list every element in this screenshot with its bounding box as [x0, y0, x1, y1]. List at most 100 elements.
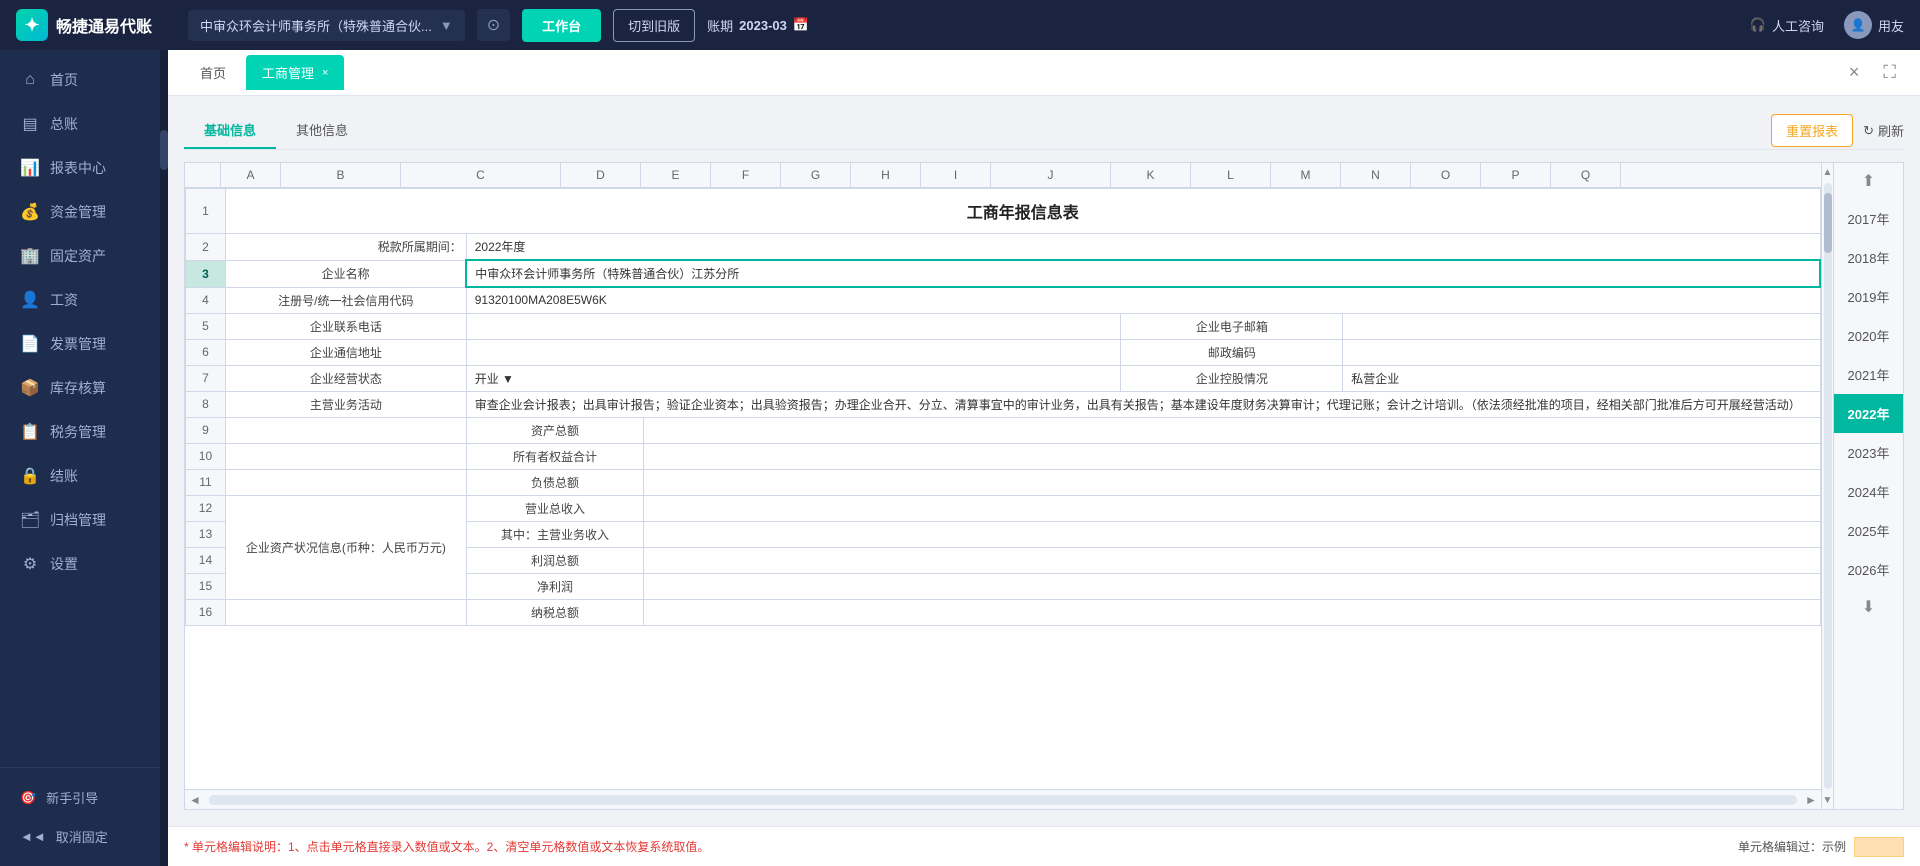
sidebar-item-unpin[interactable]: ◄◄ 取消固定 [0, 817, 168, 856]
year-item-2017[interactable]: 2017年 [1834, 199, 1903, 238]
headset-icon: 🎧 [1750, 17, 1766, 33]
sub-tab-other[interactable]: 其他信息 [276, 112, 368, 149]
year-item-2025[interactable]: 2025年 [1834, 511, 1903, 550]
table-row: 10 所有者权益合计 [186, 443, 1821, 469]
maximize-button[interactable]: ⛶ [1875, 58, 1904, 87]
sidebar-item-settings[interactable]: ⚙ 设置 [0, 542, 168, 586]
refresh-button[interactable]: ↻ 刷新 [1863, 121, 1904, 140]
sub-tab-basic[interactable]: 基础信息 [184, 112, 276, 149]
company-selector[interactable]: 中审众环会计师事务所（特殊普通合伙... ▼ [188, 10, 465, 41]
year-panel-down[interactable]: ⬇ [1853, 593, 1885, 621]
sidebar-item-tax[interactable]: 📋 税务管理 [0, 410, 168, 454]
year-panel: ⬆ 2017年 2018年 2019年 2020年 2021年 2022年 20… [1833, 163, 1903, 809]
spreadsheet-body[interactable]: 1 工商年报信息表 2 税款所属期间： 2022年度 [185, 188, 1821, 789]
table-row: 8 主营业务活动 审查企业会计报表；出具审计报告；验证企业资本；出具验资报告；办… [186, 391, 1821, 417]
col-header-row: A B C D E F G H I J K L M N O [185, 163, 1821, 188]
v-scroll-track[interactable] [1824, 183, 1832, 789]
col-header-Q: Q [1551, 163, 1621, 187]
table-cell[interactable] [644, 599, 1820, 625]
year-item-2018[interactable]: 2018年 [1834, 238, 1903, 277]
table-cell[interactable]: 开业 ▼ [466, 365, 1121, 391]
sidebar-item-wage[interactable]: 👤 工资 [0, 278, 168, 322]
table-cell: 税款所属期间： [225, 234, 466, 261]
table-cell[interactable] [466, 313, 1121, 339]
table-cell[interactable] [644, 573, 1820, 599]
sidebar-item-closing[interactable]: 🔒 结账 [0, 454, 168, 498]
year-item-2020[interactable]: 2020年 [1834, 316, 1903, 355]
row-num: 9 [186, 417, 226, 443]
year-item-2026[interactable]: 2026年 [1834, 550, 1903, 589]
sidebar-item-label: 结账 [50, 466, 78, 486]
table-cell: 资产总额 [466, 417, 644, 443]
col-header-C: C [401, 163, 561, 187]
tab-home[interactable]: 首页 [184, 55, 242, 90]
sidebar-bottom: 🎯 新手引导 ◄◄ 取消固定 [0, 767, 168, 866]
tab-gongshang[interactable]: 工商管理 × [246, 55, 344, 90]
sidebar-item-invoice[interactable]: 📄 发票管理 [0, 322, 168, 366]
close-panel-button[interactable]: × [1841, 58, 1868, 87]
table-cell[interactable] [644, 547, 1820, 573]
workspace-button[interactable]: 工作台 [522, 9, 601, 42]
table-cell: 企业资产状况信息(币种：人民币万元) [225, 495, 466, 599]
table-row: 4 注册号/统一社会信用代码 91320100MA208E5W6K [186, 287, 1821, 313]
year-item-2022[interactable]: 2022年 [1834, 394, 1903, 433]
table-cell[interactable]: 中审众环会计师事务所（特殊普通合伙）江苏分所 [466, 260, 1820, 287]
table-cell[interactable]: 工商年报信息表 [225, 189, 1820, 234]
user-menu[interactable]: 👤 用友 [1844, 11, 1904, 39]
table-row: 12 企业资产状况信息(币种：人民币万元) 营业总收入 [186, 495, 1821, 521]
switch-version-button[interactable]: 切到旧版 [613, 9, 695, 42]
sidebar-item-ledger[interactable]: ▤ 总账 [0, 102, 168, 146]
period-value: 2023-03 [739, 18, 787, 33]
year-panel-up[interactable]: ⬆ [1853, 167, 1885, 195]
table-cell[interactable]: 91320100MA208E5W6K [466, 287, 1820, 313]
sidebar-item-inventory[interactable]: 📦 库存核算 [0, 366, 168, 410]
sidebar-item-archive[interactable]: 🗂 归档管理 [0, 498, 168, 542]
col-header-O: O [1411, 163, 1481, 187]
year-item-2019[interactable]: 2019年 [1834, 277, 1903, 316]
col-header-E: E [641, 163, 711, 187]
table-row: 7 企业经营状态 开业 ▼ 企业控股情况 私营企业 [186, 365, 1821, 391]
table-cell[interactable] [644, 521, 1820, 547]
v-scroll-thumb[interactable] [1824, 193, 1832, 253]
tab-gongshang-label: 工商管理 [262, 63, 314, 82]
year-item-2021[interactable]: 2021年 [1834, 355, 1903, 394]
scroll-up-button[interactable]: ▲ [1822, 163, 1833, 181]
table-cell[interactable] [644, 417, 1820, 443]
calendar-icon[interactable]: 📅 [793, 17, 809, 33]
sidebar-item-fund[interactable]: 💰 资金管理 [0, 190, 168, 234]
table-cell[interactable]: 2022年度 [466, 234, 1820, 261]
sidebar-item-newbie[interactable]: 🎯 新手引导 [0, 778, 168, 817]
scroll-down-button[interactable]: ▼ [1822, 791, 1833, 809]
scroll-right-button[interactable]: ► [1801, 793, 1821, 807]
sidebar-item-home[interactable]: ⌂ 首页 [0, 58, 168, 102]
col-header-L: L [1191, 163, 1271, 187]
table-cell[interactable] [644, 469, 1820, 495]
service-button[interactable]: 🎧 人工咨询 [1750, 16, 1824, 35]
sub-tab-actions: 重置报表 ↻ 刷新 [1771, 114, 1904, 147]
tab-close-button[interactable]: × [322, 67, 328, 79]
table-cell[interactable] [1343, 339, 1820, 365]
sidebar-item-asset[interactable]: 🏢 固定资产 [0, 234, 168, 278]
table-cell[interactable] [466, 339, 1121, 365]
user-label: 用友 [1878, 16, 1904, 35]
table-cell: 所有者权益合计 [466, 443, 644, 469]
row-num: 15 [186, 573, 226, 599]
scroll-track[interactable] [209, 795, 1797, 805]
table-cell[interactable] [644, 495, 1820, 521]
year-item-2023[interactable]: 2023年 [1834, 433, 1903, 472]
col-header-A: A [221, 163, 281, 187]
scroll-left-button[interactable]: ◄ [185, 793, 205, 807]
newbie-icon: 🎯 [20, 790, 36, 806]
sidebar-item-report[interactable]: 📊 报表中心 [0, 146, 168, 190]
wage-icon: 👤 [20, 290, 40, 310]
table-cell[interactable] [644, 443, 1820, 469]
table-cell: 邮政编码 [1121, 339, 1343, 365]
table-cell[interactable]: 审查企业会计报表；出具审计报告；验证企业资本；出具验资报告；办理企业合开、分立、… [466, 391, 1820, 417]
table-cell[interactable]: 私营企业 [1343, 365, 1820, 391]
reset-report-button[interactable]: 重置报表 [1771, 114, 1853, 147]
table-cell: 企业名称 [225, 260, 466, 287]
table-cell[interactable] [1343, 313, 1820, 339]
year-item-2024[interactable]: 2024年 [1834, 472, 1903, 511]
table-cell: 主营业务活动 [225, 391, 466, 417]
copy-button[interactable]: ⊙ [477, 9, 510, 41]
